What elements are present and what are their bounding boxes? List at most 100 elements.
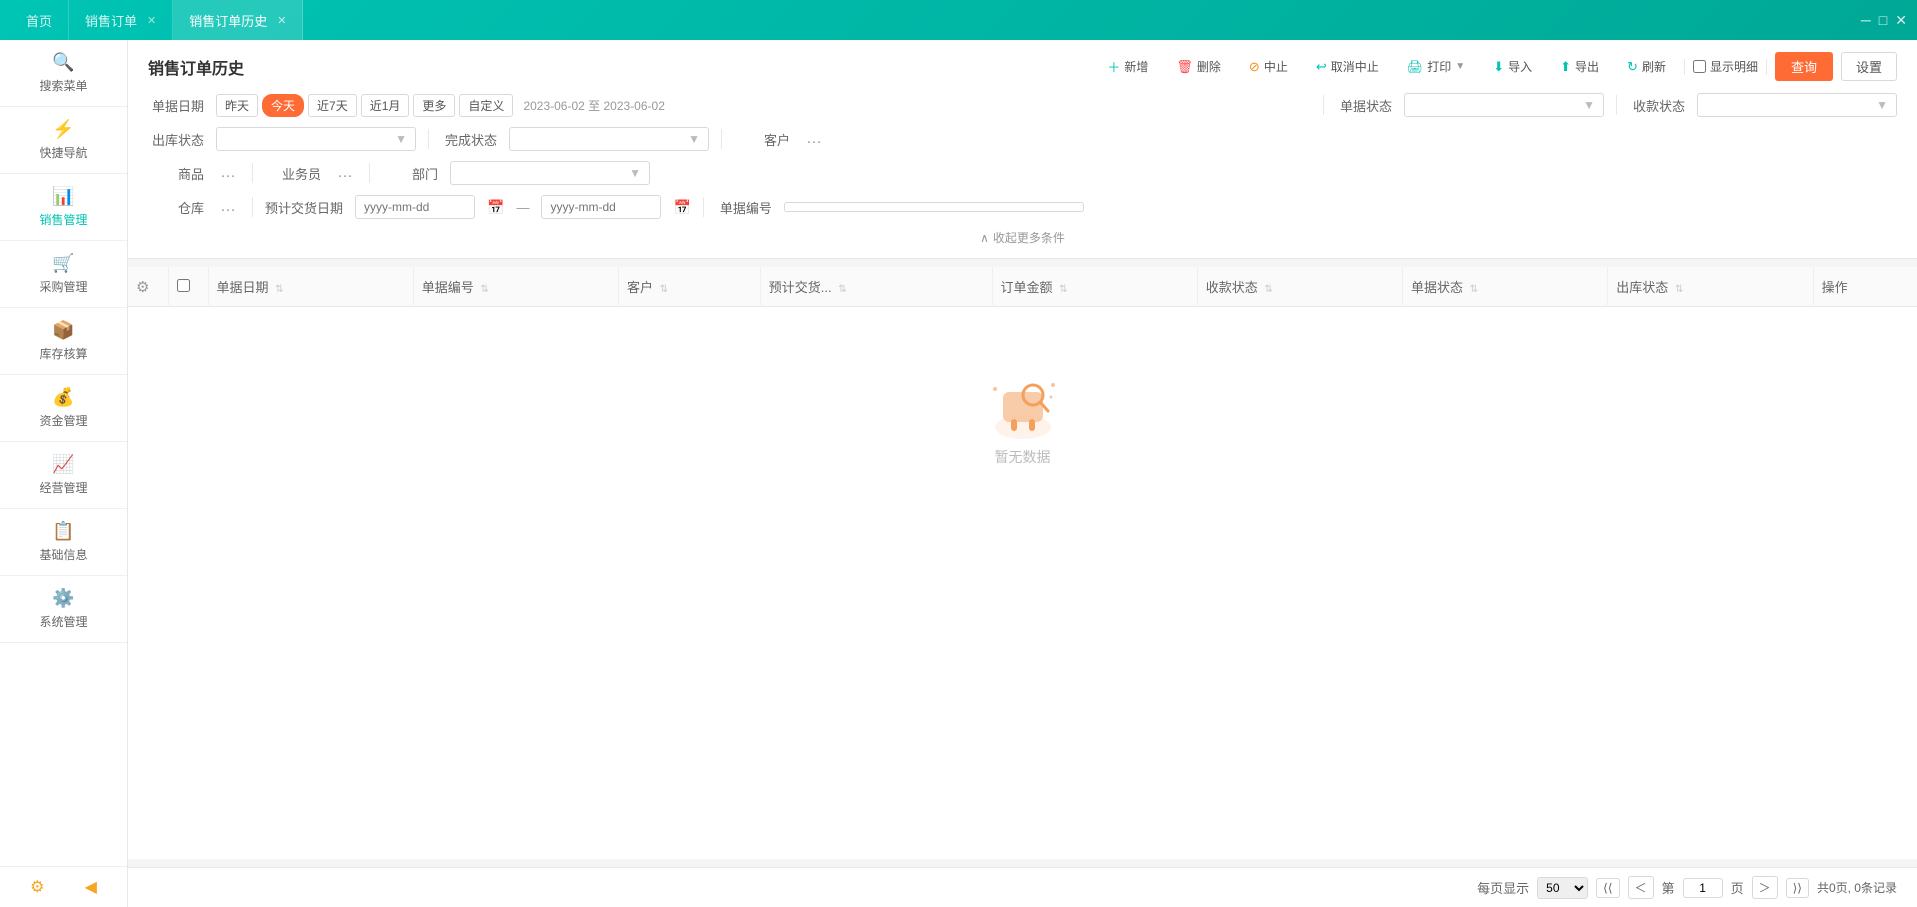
minimize-icon[interactable]: ─ [1861, 12, 1871, 28]
collapse-btn[interactable]: ∧ 收起更多条件 [148, 229, 1897, 246]
sidebar-item-basicinfo[interactable]: 📋 基础信息 [0, 509, 127, 576]
sidebar-item-quicknav[interactable]: ⚡ 快捷导航 [0, 107, 127, 174]
print-button[interactable]: 🖨 打印 ▼ [1397, 54, 1475, 79]
table-header: ⚙ 单据日期 ⇅ 单据编号 ⇅ [128, 267, 1917, 307]
close-sales-order-icon[interactable]: ✕ [147, 14, 156, 27]
cancel-stop-label: 取消中止 [1331, 58, 1379, 75]
next-page-button[interactable]: ＞ [1752, 876, 1778, 899]
top-bar: 首页 销售订单 ✕ 销售订单历史 ✕ ─ □ ✕ [0, 0, 1917, 40]
last-page-button[interactable]: ⟩⟩ [1786, 878, 1809, 898]
sidebar-label-basicinfo: 基础信息 [39, 546, 87, 563]
sort-receipt-status-icon[interactable]: ⇅ [1264, 284, 1272, 295]
tab-sales-order-label: 销售订单 [85, 11, 137, 30]
th-delivery-date-label: 预计交货... [769, 280, 832, 295]
refresh-button[interactable]: ↻ 刷新 [1617, 54, 1676, 79]
page-size-select[interactable]: 50 10 20 100 [1537, 877, 1588, 899]
cancel-stop-button[interactable]: ↩ 取消中止 [1306, 54, 1389, 79]
sort-bill-date-icon[interactable]: ⇅ [275, 284, 283, 295]
print-dropdown-icon: ▼ [1455, 61, 1465, 72]
prev-page-button[interactable]: ＜ [1628, 876, 1654, 899]
tab-sales-order-history[interactable]: 销售订单历史 ✕ [173, 0, 303, 40]
date-btn-custom[interactable]: 自定义 [459, 94, 513, 117]
sort-delivery-date-icon[interactable]: ⇅ [838, 284, 846, 295]
complete-status-select[interactable]: ▼ [509, 127, 709, 151]
close-sales-order-history-icon[interactable]: ✕ [277, 14, 286, 27]
sidebar-collapse-icon[interactable]: ◀ [85, 877, 97, 897]
basicinfo-icon: 📋 [52, 521, 74, 542]
bill-no-input[interactable] [784, 202, 1084, 212]
data-table: ⚙ 单据日期 ⇅ 单据编号 ⇅ [128, 267, 1917, 527]
department-select[interactable]: ▼ [450, 161, 650, 185]
bill-status-arrow-icon: ▼ [1583, 98, 1595, 112]
display-toggle-checkbox[interactable] [1693, 60, 1706, 73]
filter-section: 单据日期 昨天 今天 近7天 近1月 更多 自定义 2023-06-02 至 2… [148, 93, 1897, 246]
bill-status-select[interactable]: ▼ [1404, 93, 1604, 117]
add-button[interactable]: ＋ 新增 [1097, 53, 1158, 80]
filter-divider-5 [252, 163, 253, 183]
delivery-status-select[interactable]: ▼ [216, 127, 416, 151]
delivery-date-from-input[interactable] [355, 195, 475, 219]
stop-button[interactable]: ⊘ 中止 [1239, 54, 1298, 79]
salesperson-more-icon[interactable]: … [333, 164, 357, 182]
receipt-status-select[interactable]: ▼ [1697, 93, 1897, 117]
add-label: 新增 [1124, 58, 1148, 75]
sidebar-item-system[interactable]: ⚙️ 系统管理 [0, 576, 127, 643]
date-btn-today[interactable]: 今天 [262, 94, 304, 117]
complete-status-label: 完成状态 [441, 130, 497, 149]
settings-button[interactable]: 设置 [1841, 52, 1897, 81]
sidebar-label-finance: 资金管理 [39, 412, 87, 429]
date-btn-more[interactable]: 更多 [413, 94, 455, 117]
sort-delivery-status-icon[interactable]: ⇅ [1675, 284, 1683, 295]
warehouse-label: 仓库 [148, 198, 204, 217]
customer-more-icon[interactable]: … [802, 130, 826, 148]
date-btn-7days[interactable]: 近7天 [308, 94, 357, 117]
calendar-to-icon[interactable]: 📅 [673, 199, 690, 216]
th-receipt-status-label: 收款状态 [1206, 280, 1258, 295]
query-button[interactable]: 查询 [1775, 52, 1833, 81]
first-page-button[interactable]: ⟨⟨ [1596, 878, 1619, 898]
sidebar-item-finance[interactable]: 💰 资金管理 [0, 375, 127, 442]
import-icon: ⬇ [1493, 59, 1504, 75]
sidebar-item-operations[interactable]: 📈 经营管理 [0, 442, 127, 509]
product-label: 商品 [148, 164, 204, 183]
department-arrow-icon: ▼ [629, 166, 641, 180]
quicknav-icon: ⚡ [52, 119, 74, 140]
print-label: 打印 [1427, 58, 1451, 75]
date-btn-1month[interactable]: 近1月 [361, 94, 410, 117]
sort-bill-no-icon[interactable]: ⇅ [480, 284, 488, 295]
sort-customer-icon[interactable]: ⇅ [660, 284, 668, 295]
sidebar-settings-icon[interactable]: ⚙ [30, 877, 44, 897]
date-btn-yesterday[interactable]: 昨天 [216, 94, 258, 117]
sort-bill-status-icon[interactable]: ⇅ [1470, 284, 1478, 295]
select-all-checkbox[interactable] [177, 279, 190, 292]
sidebar-item-purchase[interactable]: 🛒 采购管理 [0, 241, 127, 308]
maximize-icon[interactable]: □ [1879, 12, 1887, 28]
salesperson-label: 业务员 [265, 164, 321, 183]
collapse-arrow-icon: ∧ [980, 231, 989, 245]
complete-status-arrow-icon: ▼ [688, 132, 700, 146]
delete-button[interactable]: 🗑 删除 [1166, 54, 1231, 79]
calendar-from-icon[interactable]: 📅 [487, 199, 504, 216]
collapse-label: 收起更多条件 [993, 229, 1065, 246]
main-layout: 🔍 搜索菜单 ⚡ 快捷导航 📊 销售管理 🛒 采购管理 📦 库存核算 💰 资金管… [0, 40, 1917, 907]
warehouse-more-icon[interactable]: … [216, 198, 240, 216]
column-settings-icon[interactable]: ⚙ [136, 279, 149, 296]
export-button[interactable]: ⬆ 导出 [1550, 54, 1609, 79]
th-bill-status: 单据状态 ⇅ [1403, 267, 1608, 307]
page-number-input[interactable] [1683, 878, 1723, 898]
delivery-date-to-input[interactable] [541, 195, 661, 219]
tab-home[interactable]: 首页 [10, 0, 69, 40]
print-icon: 🖨 [1407, 59, 1424, 75]
filter-divider-8 [703, 197, 704, 217]
add-icon: ＋ [1107, 57, 1120, 76]
import-button[interactable]: ⬇ 导入 [1483, 54, 1542, 79]
sort-order-amount-icon[interactable]: ⇅ [1059, 284, 1067, 295]
product-more-icon[interactable]: … [216, 164, 240, 182]
sidebar-item-search[interactable]: 🔍 搜索菜单 [0, 40, 127, 107]
tab-sales-order[interactable]: 销售订单 ✕ [69, 0, 173, 40]
delivery-status-label: 出库状态 [148, 130, 204, 149]
sidebar-item-sales[interactable]: 📊 销售管理 [0, 174, 127, 241]
sidebar-item-inventory[interactable]: 📦 库存核算 [0, 308, 127, 375]
display-toggle[interactable]: 显示明细 [1693, 58, 1758, 75]
window-close-icon[interactable]: ✕ [1895, 12, 1907, 29]
